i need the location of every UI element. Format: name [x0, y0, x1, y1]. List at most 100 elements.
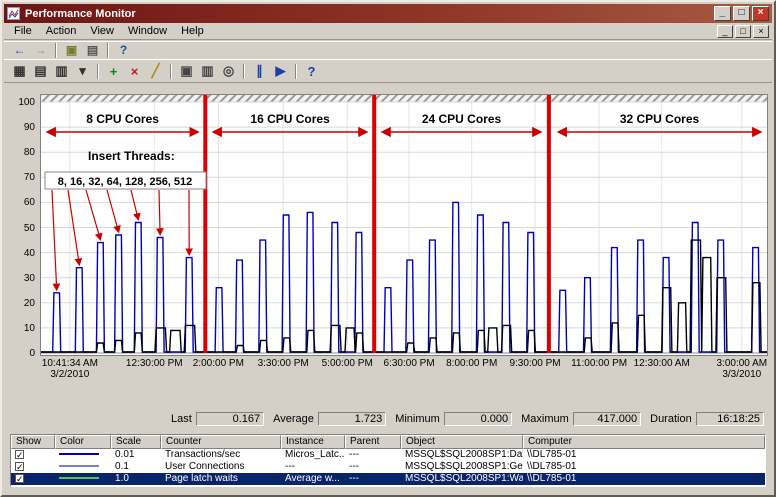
y-tick-label: 30: [23, 272, 35, 284]
legend-column-show[interactable]: Show: [11, 435, 55, 449]
y-axis-labels: 100 90 80 70 60 50 40 30 20 10 0: [10, 86, 38, 361]
legend-column-counter[interactable]: Counter: [161, 435, 281, 449]
menu-view[interactable]: View: [83, 24, 121, 38]
legend-row[interactable]: ✓ 1.0 Page latch waits Average w... --- MSSQL…: [11, 473, 765, 485]
chart-help-button[interactable]: ?: [301, 62, 322, 81]
x-tick-label: 12:30:00 AM: [633, 358, 690, 369]
y-tick-label: 10: [23, 322, 35, 334]
show-cell: ✓: [11, 461, 55, 473]
x-tick-label: 2:00:00 PM: [192, 358, 244, 369]
svg-text:16 CPU Cores: 16 CPU Cores: [250, 112, 330, 126]
add-counter-button[interactable]: +: [103, 62, 124, 81]
y-tick-label: 20: [23, 297, 35, 309]
view-current-activity-button[interactable]: ▦: [9, 62, 30, 81]
change-graph-type-button[interactable]: ▥: [51, 62, 72, 81]
svg-text:8 CPU Cores: 8 CPU Cores: [86, 112, 159, 126]
scale-cell: 0.1: [115, 461, 129, 472]
menu-file[interactable]: File: [7, 24, 39, 38]
color-cell: [55, 461, 111, 473]
performance-chart: 8 CPU Cores 16 CPU Cores 24 CPU Cores 32 CP…: [40, 94, 768, 356]
color-swatch: [59, 477, 99, 480]
legend-column-scale[interactable]: Scale: [111, 435, 161, 449]
show-checkbox[interactable]: ✓: [15, 461, 24, 471]
x-tick-label: 3:00:00 AM: [716, 358, 768, 369]
x-date-label: 3/3/2010: [722, 369, 762, 380]
stat-value-average: 1.723: [317, 412, 387, 426]
performance-monitor-icon: [7, 7, 21, 21]
computer-cell: \\DL785-01: [527, 473, 577, 484]
menu-help[interactable]: Help: [174, 24, 211, 38]
mdi-close-button[interactable]: ×: [753, 24, 769, 38]
menu-window[interactable]: Window: [121, 24, 174, 38]
instance-cell: ---: [285, 461, 295, 472]
menu-bar: File Action View Window Help _ □ ×: [4, 23, 772, 40]
menu-action[interactable]: Action: [39, 24, 84, 38]
y-tick-label: 100: [18, 97, 35, 108]
legend-column-parent[interactable]: Parent: [345, 435, 401, 449]
zoom-button[interactable]: ◎: [218, 62, 239, 81]
back-button[interactable]: ←: [9, 43, 30, 58]
legend-header: Show Color Scale Counter Instance Parent Objec…: [11, 435, 765, 449]
scale-cell: 1.0: [115, 473, 129, 484]
view-log-data-button[interactable]: ▤: [30, 62, 51, 81]
chart-panel: 100 90 80 70 60 50 40 30 20 10 0 8 CPU Cores 16 CPU…: [10, 86, 772, 386]
counter-cell: Transactions/sec: [165, 449, 241, 460]
x-axis-dates: 3/2/2010 3/3/2010: [10, 369, 772, 380]
legend-row[interactable]: ✓ 0.1 User Connections --- --- MSSQL$SQL2008S…: [11, 461, 765, 473]
close-button[interactable]: ×: [752, 6, 769, 21]
freeze-display-button[interactable]: ∥: [249, 62, 270, 81]
legend-column-instance[interactable]: Instance: [281, 435, 345, 449]
title-bar[interactable]: Performance Monitor _ □ ×: [4, 4, 772, 23]
color-swatch: [59, 465, 99, 468]
copy-properties-button[interactable]: ▣: [176, 62, 197, 81]
help-button[interactable]: ?: [113, 43, 134, 58]
y-tick-label: 90: [23, 122, 35, 134]
stat-label-duration: Duration: [650, 413, 692, 425]
legend-column-color[interactable]: Color: [55, 435, 111, 449]
y-tick-label: 40: [23, 247, 35, 259]
stat-value-minimum: 0.000: [443, 412, 513, 426]
paste-counter-list-button[interactable]: ▥: [197, 62, 218, 81]
stat-value-maximum: 417.000: [572, 412, 642, 426]
x-date-label: 3/2/2010: [50, 369, 90, 380]
stat-label-average: Average: [273, 413, 314, 425]
scale-cell: 0.01: [115, 449, 135, 460]
update-data-button[interactable]: ▶: [270, 62, 291, 81]
show-checkbox[interactable]: ✓: [15, 449, 24, 459]
legend-column-computer[interactable]: Computer: [523, 435, 765, 449]
svg-text:Insert Threads:: Insert Threads:: [88, 149, 175, 163]
minimize-button[interactable]: _: [714, 6, 731, 21]
forward-button[interactable]: →: [30, 43, 51, 58]
mdi-minimize-button[interactable]: _: [717, 24, 733, 38]
computer-cell: \\DL785-01: [527, 461, 577, 472]
stat-value-last: 0.167: [195, 412, 265, 426]
x-tick-label: 5:00:00 PM: [321, 358, 373, 369]
legend-row[interactable]: ✓ 0.01 Transactions/sec Micros_Latc... --- MS…: [11, 449, 765, 461]
delete-counter-button[interactable]: ×: [124, 62, 145, 81]
toolbar-separator: [97, 63, 99, 79]
svg-text:32 CPU Cores: 32 CPU Cores: [620, 112, 700, 126]
x-tick-label: 11:00:00 PM: [571, 358, 628, 369]
stat-label-minimum: Minimum: [395, 413, 440, 425]
instance-cell: Average w...: [285, 473, 340, 484]
toolbar-separator: [295, 63, 297, 79]
change-graph-type-dropdown[interactable]: ▾: [72, 62, 93, 81]
value-bar: Last 0.167 Average 1.723 Minimum 0.000 Maximum…: [162, 411, 765, 427]
x-tick-label: 10:41:34 AM: [41, 358, 98, 369]
highlight-button[interactable]: ╱: [145, 62, 166, 81]
counter-legend: Show Color Scale Counter Instance Parent Objec…: [10, 434, 766, 487]
object-cell: MSSQL$SQL2008SP1:Wait S...: [405, 473, 523, 484]
mdi-restore-button[interactable]: □: [735, 24, 751, 38]
instance-cell: Micros_Latc...: [285, 449, 345, 460]
color-cell: [55, 449, 111, 461]
parent-cell: ---: [349, 449, 359, 460]
main-toolbar: ← → ▣ ▤?: [4, 41, 772, 58]
export-list-button[interactable]: ▤: [82, 43, 103, 58]
legend-column-object[interactable]: Object: [401, 435, 523, 449]
svg-text:8, 16, 32, 64, 128, 256, 512: 8, 16, 32, 64, 128, 256, 512: [58, 176, 193, 188]
show-console-tree-button[interactable]: ▣: [61, 43, 82, 58]
parent-cell: ---: [349, 461, 359, 472]
maximize-button[interactable]: □: [733, 6, 750, 21]
y-tick-label: 60: [23, 197, 35, 209]
show-checkbox[interactable]: ✓: [15, 473, 24, 483]
